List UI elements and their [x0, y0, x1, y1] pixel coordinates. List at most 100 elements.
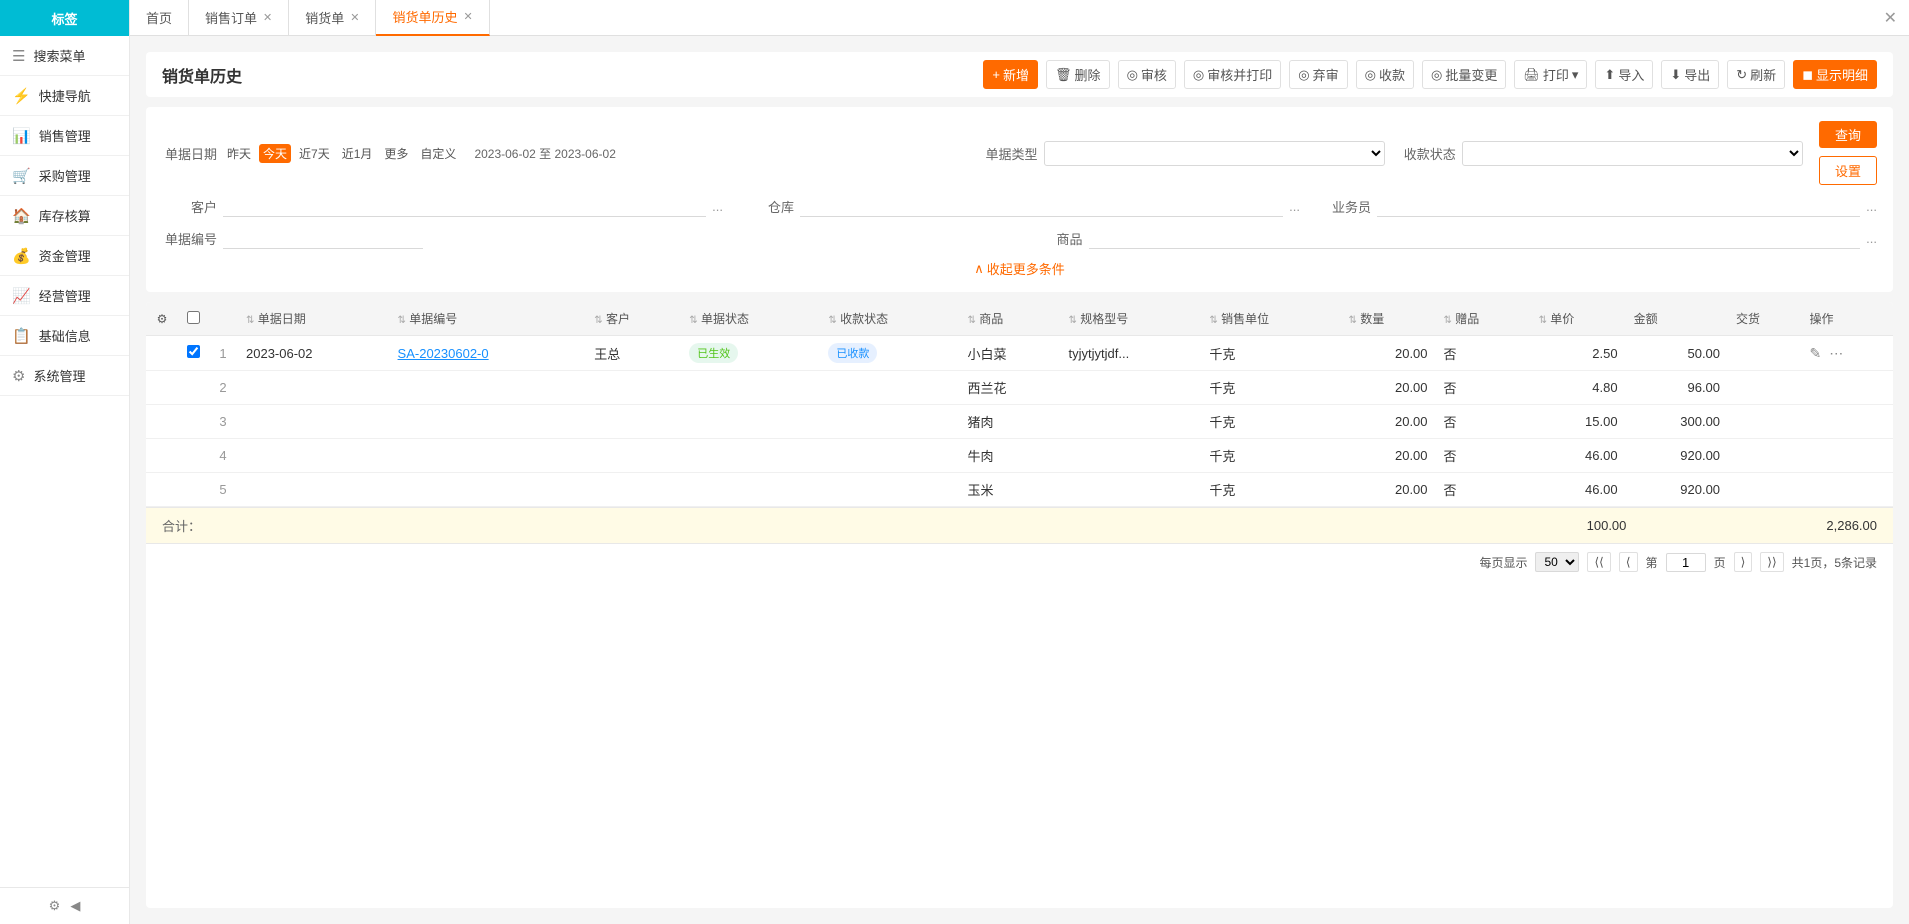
sidebar-collapse-icon[interactable]: ◀ [70, 898, 80, 914]
sys-mgmt-icon: ⚙ [12, 367, 25, 385]
sidebar-settings-icon[interactable]: ⚙ [49, 898, 61, 914]
col-gift[interactable]: ⇅ 赠品 [1436, 302, 1531, 336]
date-yesterday[interactable]: 昨天 [223, 144, 255, 163]
add-button[interactable]: + 新增 [983, 60, 1038, 89]
col-amount[interactable]: 金额 [1626, 302, 1728, 336]
tab-close-icon[interactable]: ✕ [464, 10, 473, 23]
cell-doc-no[interactable] [390, 439, 587, 473]
batch-change-label: 批量变更 [1445, 65, 1497, 84]
col-unit-price[interactable]: ⇅ 单价 [1531, 302, 1626, 336]
print-button[interactable]: 🖨 打印 ▾ [1514, 60, 1587, 89]
col-qty[interactable]: ⇅ 数量 [1341, 302, 1436, 336]
import-button[interactable]: ⬆ 导入 [1595, 60, 1653, 89]
cell-doc-no[interactable] [390, 405, 587, 439]
docno-input[interactable] [223, 227, 423, 249]
goods-ellipsis[interactable]: ... [1866, 231, 1877, 246]
abandon-icon: ◎ [1298, 67, 1309, 83]
cell-checkbox[interactable] [178, 371, 208, 405]
customer-ellipsis[interactable]: ... [712, 199, 723, 214]
tab-close-icon[interactable]: ✕ [263, 11, 272, 24]
export-button[interactable]: ⬇ 导出 [1661, 60, 1719, 89]
page-prev-btn[interactable]: ⟨ [1619, 552, 1638, 572]
refresh-button[interactable]: ↻ 刷新 [1727, 60, 1785, 89]
tab-bar-close-btn[interactable]: ✕ [1872, 8, 1909, 28]
page-input[interactable] [1666, 553, 1706, 572]
sidebar-item-ops-mgmt[interactable]: 📈 经营管理 [0, 276, 129, 316]
col-settings[interactable]: ⚙ [146, 302, 178, 336]
cell-checkbox[interactable] [178, 439, 208, 473]
audit-button[interactable]: ◎ 审核 [1118, 60, 1176, 89]
query-button[interactable]: 查询 [1819, 121, 1877, 148]
sidebar-item-purchase-mgmt[interactable]: 🛒 采购管理 [0, 156, 129, 196]
date-7days[interactable]: 近7天 [295, 144, 334, 163]
sidebar-header: 标签 [0, 0, 129, 36]
cell-doc-no[interactable] [390, 371, 587, 405]
tab-sales-goods[interactable]: 销货单 ✕ [289, 0, 376, 36]
date-1month[interactable]: 近1月 [338, 144, 377, 163]
sidebar-item-finance-mgmt[interactable]: 💰 资金管理 [0, 236, 129, 276]
col-checkbox[interactable] [178, 302, 208, 336]
tab-home[interactable]: 首页 [130, 0, 189, 36]
col-pay-status[interactable]: ⇅ 收款状态 [820, 302, 959, 336]
doc-no-link[interactable]: SA-20230602-0 [398, 346, 489, 361]
sidebar-item-basic-info[interactable]: 📋 基础信息 [0, 316, 129, 356]
customer-input[interactable] [223, 195, 706, 217]
date-custom[interactable]: 自定义 [416, 144, 460, 163]
setting-button[interactable]: 设置 [1819, 156, 1877, 185]
filter-collapse[interactable]: ∧ 收起更多条件 [162, 259, 1877, 278]
batch-change-button[interactable]: ◎ 批量变更 [1422, 60, 1506, 89]
col-goods[interactable]: ⇅ 商品 [959, 302, 1060, 336]
col-doc-date[interactable]: ⇅ 单据日期 [238, 302, 390, 336]
warehouse-input[interactable] [800, 195, 1283, 217]
tab-sales-history[interactable]: 销货单历史 ✕ [376, 0, 489, 36]
cell-doc-no[interactable] [390, 473, 587, 507]
cell-checkbox[interactable] [178, 473, 208, 507]
edit-icon[interactable]: ✎ [1810, 345, 1822, 362]
sidebar-item-quick-nav[interactable]: ⚡ 快捷导航 [0, 76, 129, 116]
cell-checkbox[interactable] [178, 405, 208, 439]
cell-qty: 20.00 [1341, 405, 1436, 439]
sidebar-item-sales-mgmt[interactable]: 📊 销售管理 [0, 116, 129, 156]
page-next-btn[interactable]: ⟩ [1734, 552, 1753, 572]
col-doc-status[interactable]: ⇅ 单据状态 [681, 302, 820, 336]
select-all-checkbox[interactable] [187, 311, 200, 324]
page-last-btn[interactable]: ⟩⟩ [1760, 552, 1783, 572]
cell-spec-type [1061, 405, 1202, 439]
tab-sales-order[interactable]: 销售订单 ✕ [189, 0, 289, 36]
col-spec-type[interactable]: ⇅ 规格型号 [1061, 302, 1202, 336]
cell-pay-status: 已收款 [820, 336, 959, 371]
salesperson-input[interactable] [1377, 195, 1860, 217]
doc-type-select[interactable] [1044, 141, 1385, 166]
cell-checkbox[interactable] [178, 336, 208, 371]
show-detail-button[interactable]: ◼ 显示明细 [1793, 60, 1877, 89]
pay-status-select[interactable] [1462, 141, 1803, 166]
cell-qty: 20.00 [1341, 371, 1436, 405]
date-range-value: 2023-06-02 至 2023-06-02 [474, 145, 615, 162]
col-doc-no[interactable]: ⇅ 单据编号 [390, 302, 587, 336]
date-more[interactable]: 更多 [380, 144, 412, 163]
tab-close-icon[interactable]: ✕ [350, 11, 359, 24]
sidebar-item-inventory[interactable]: 🏠 库存核算 [0, 196, 129, 236]
cell-doc-no[interactable]: SA-20230602-0 [390, 336, 587, 371]
audit-print-button[interactable]: ◎ 审核并打印 [1184, 60, 1281, 89]
salesperson-ellipsis[interactable]: ... [1866, 199, 1877, 214]
delete-button[interactable]: 🗑 删除 [1046, 60, 1110, 89]
goods-input[interactable] [1089, 227, 1861, 249]
per-page-select[interactable]: 50 [1535, 552, 1579, 572]
date-today[interactable]: 今天 [259, 144, 291, 163]
cell-doc-date: 2023-06-02 [238, 336, 390, 371]
sort-icon: ⇅ [1069, 315, 1077, 326]
warehouse-ellipsis[interactable]: ... [1289, 199, 1300, 214]
sidebar-item-search-menu[interactable]: ☰ 搜索菜单 [0, 36, 129, 76]
sidebar-item-sys-mgmt[interactable]: ⚙ 系统管理 [0, 356, 129, 396]
collect-button[interactable]: ◎ 收款 [1356, 60, 1414, 89]
cell-customer [586, 405, 681, 439]
page-first-btn[interactable]: ⟨⟨ [1587, 552, 1610, 572]
col-customer[interactable]: ⇅ 客户 [586, 302, 681, 336]
row-checkbox[interactable] [187, 345, 200, 358]
abandon-button[interactable]: ◎ 弃审 [1289, 60, 1347, 89]
cell-unit-price: 2.50 [1531, 336, 1626, 371]
col-transaction[interactable]: 交货 [1728, 302, 1802, 336]
col-sales-unit[interactable]: ⇅ 销售单位 [1201, 302, 1340, 336]
more-action-icon[interactable]: ⋯ [1829, 345, 1843, 362]
